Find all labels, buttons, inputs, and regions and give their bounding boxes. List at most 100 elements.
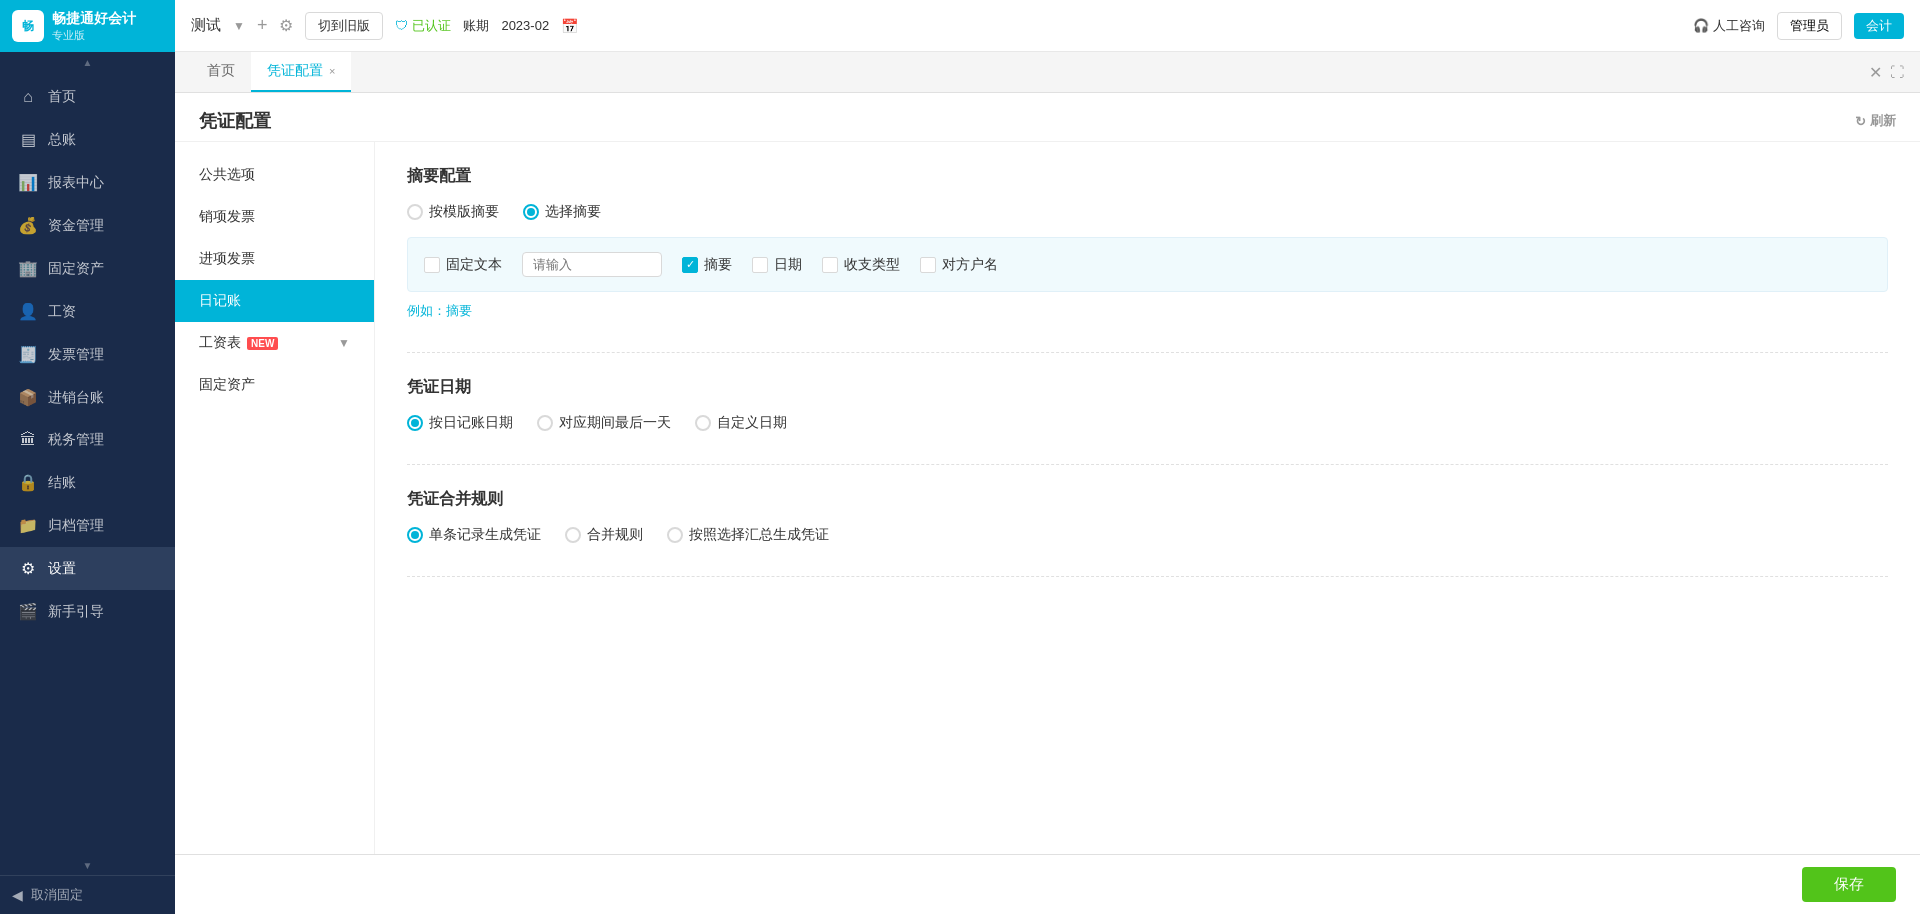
merge-title: 凭证合并规则 bbox=[407, 489, 1888, 510]
radio-select[interactable]: 选择摘要 bbox=[523, 203, 601, 221]
sidebar-item-label: 总账 bbox=[48, 131, 76, 149]
sidebar-item-label: 进销台账 bbox=[48, 389, 104, 407]
sidebar-item-archive[interactable]: 📁 归档管理 bbox=[0, 504, 175, 547]
date-title: 凭证日期 bbox=[407, 377, 1888, 398]
payroll-arrow-icon: ▼ bbox=[338, 336, 350, 350]
summary-checkbox-group: 固定文本 摘要 日期 收支类型 bbox=[407, 237, 1888, 292]
radio-merge-rule[interactable]: 合并规则 bbox=[565, 526, 643, 544]
radio-template-label: 按模版摘要 bbox=[429, 203, 499, 221]
wages-icon: 👤 bbox=[18, 302, 38, 321]
topbar-old-version-btn[interactable]: 切到旧版 bbox=[305, 12, 383, 40]
new-badge: NEW bbox=[247, 337, 278, 350]
left-menu-payroll[interactable]: 工资表 NEW ▼ bbox=[175, 322, 374, 364]
sidebar-item-assets[interactable]: 🏢 固定资产 bbox=[0, 247, 175, 290]
radio-merge-rule-circle bbox=[565, 527, 581, 543]
sidebar-scroll-up[interactable]: ▲ bbox=[0, 52, 175, 72]
checkbox-pay-type[interactable]: 收支类型 bbox=[822, 256, 900, 274]
assets-icon: 🏢 bbox=[18, 259, 38, 278]
sidebar-item-label: 结账 bbox=[48, 474, 76, 492]
radio-custom-date[interactable]: 自定义日期 bbox=[695, 414, 787, 432]
tab-close-icon[interactable]: × bbox=[329, 65, 335, 77]
checkbox-abstract-box bbox=[682, 257, 698, 273]
save-button[interactable]: 保存 bbox=[1802, 867, 1896, 902]
radio-select-label: 选择摘要 bbox=[545, 203, 601, 221]
fixed-text-input[interactable] bbox=[522, 252, 662, 277]
radio-period-last[interactable]: 对应期间最后一天 bbox=[537, 414, 671, 432]
sidebar-scroll-down[interactable]: ▼ bbox=[0, 855, 175, 875]
left-menu-sales-invoice[interactable]: 销项发票 bbox=[175, 196, 374, 238]
sidebar-item-invoices[interactable]: 🧾 发票管理 bbox=[0, 333, 175, 376]
topbar-gear-icon[interactable]: ⚙ bbox=[279, 16, 293, 35]
sidebar-item-label: 资金管理 bbox=[48, 217, 104, 235]
sidebar-item-wages[interactable]: 👤 工资 bbox=[0, 290, 175, 333]
sidebar-item-settings[interactable]: ⚙ 设置 bbox=[0, 547, 175, 590]
sidebar-item-label: 首页 bbox=[48, 88, 76, 106]
radio-single-label: 单条记录生成凭证 bbox=[429, 526, 541, 544]
sidebar-item-label: 设置 bbox=[48, 560, 76, 578]
pin-icon: ◀ bbox=[12, 887, 23, 903]
logo-icon: 畅 bbox=[12, 10, 44, 42]
radio-journal-date-circle bbox=[407, 415, 423, 431]
settings-icon: ⚙ bbox=[18, 559, 38, 578]
guide-icon: 🎬 bbox=[18, 602, 38, 621]
sidebar-logo: 畅 畅捷通好会计 专业版 bbox=[0, 0, 175, 52]
radio-journal-date-label: 按日记账日期 bbox=[429, 414, 513, 432]
checkbox-fixed-text[interactable]: 固定文本 bbox=[424, 256, 502, 274]
left-menu-journal[interactable]: 日记账 bbox=[175, 280, 374, 322]
sidebar-item-home[interactable]: ⌂ 首页 bbox=[0, 76, 175, 118]
checkbox-abstract[interactable]: 摘要 bbox=[682, 256, 732, 274]
sidebar-item-tax[interactable]: 🏛 税务管理 bbox=[0, 419, 175, 461]
reports-icon: 📊 bbox=[18, 173, 38, 192]
close-period-icon: 🔒 bbox=[18, 473, 38, 492]
sidebar-item-label: 报表中心 bbox=[48, 174, 104, 192]
radio-select-merge[interactable]: 按照选择汇总生成凭证 bbox=[667, 526, 829, 544]
invoices-icon: 🧾 bbox=[18, 345, 38, 364]
sidebar: 畅 畅捷通好会计 专业版 ▲ ⌂ 首页 ▤ 总账 📊 报表中心 💰 资金管理 🏢… bbox=[0, 0, 175, 914]
section-date: 凭证日期 按日记账日期 对应期间最后一天 自定义日期 bbox=[407, 377, 1888, 432]
sales-icon: 📦 bbox=[18, 388, 38, 407]
divider-2 bbox=[407, 464, 1888, 465]
radio-single[interactable]: 单条记录生成凭证 bbox=[407, 526, 541, 544]
main-area: 测试 ▼ + ⚙ 切到旧版 🛡 已认证 账期 2023-02 📅 🎧 人工咨询 … bbox=[175, 0, 1920, 914]
radio-select-merge-circle bbox=[667, 527, 683, 543]
date-radio-group: 按日记账日期 对应期间最后一天 自定义日期 bbox=[407, 414, 1888, 432]
sidebar-item-label: 固定资产 bbox=[48, 260, 104, 278]
tab-home[interactable]: 首页 bbox=[191, 52, 251, 92]
bottom-bar: 保存 bbox=[175, 854, 1920, 914]
page-header: 凭证配置 ↻ 刷新 bbox=[175, 93, 1920, 142]
topbar-dropdown-arrow[interactable]: ▼ bbox=[233, 19, 245, 33]
left-menu-purchase-invoice[interactable]: 进项发票 bbox=[175, 238, 374, 280]
tab-voucher-config[interactable]: 凭证配置 × bbox=[251, 52, 351, 92]
radio-custom-date-label: 自定义日期 bbox=[717, 414, 787, 432]
left-menu-fixed-assets[interactable]: 固定资产 bbox=[175, 364, 374, 406]
topbar-role-btn[interactable]: 会计 bbox=[1854, 13, 1904, 39]
radio-single-circle bbox=[407, 527, 423, 543]
checkbox-date[interactable]: 日期 bbox=[752, 256, 802, 274]
checkbox-fixed-text-label: 固定文本 bbox=[446, 256, 502, 274]
summary-radio-group: 按模版摘要 选择摘要 bbox=[407, 203, 1888, 221]
sidebar-item-sales[interactable]: 📦 进销台账 bbox=[0, 376, 175, 419]
radio-template[interactable]: 按模版摘要 bbox=[407, 203, 499, 221]
left-menu-public[interactable]: 公共选项 bbox=[175, 154, 374, 196]
sidebar-item-funds[interactable]: 💰 资金管理 bbox=[0, 204, 175, 247]
tab-fullscreen-btn[interactable]: ⛶ bbox=[1890, 64, 1904, 80]
radio-journal-date[interactable]: 按日记账日期 bbox=[407, 414, 513, 432]
home-icon: ⌂ bbox=[18, 88, 38, 106]
sidebar-cancel-fixed[interactable]: ◀ 取消固定 bbox=[0, 875, 175, 914]
radio-period-last-label: 对应期间最后一天 bbox=[559, 414, 671, 432]
checkbox-counterparty-box bbox=[920, 257, 936, 273]
checkbox-counterparty[interactable]: 对方户名 bbox=[920, 256, 998, 274]
calendar-icon[interactable]: 📅 bbox=[561, 18, 578, 34]
topbar-user-btn[interactable]: 管理员 bbox=[1777, 12, 1842, 40]
checkbox-date-box bbox=[752, 257, 768, 273]
checkbox-date-label: 日期 bbox=[774, 256, 802, 274]
topbar-add-btn[interactable]: + bbox=[257, 15, 268, 36]
refresh-btn[interactable]: ↻ 刷新 bbox=[1855, 112, 1896, 130]
topbar-service-btn[interactable]: 🎧 人工咨询 bbox=[1693, 17, 1765, 35]
checkbox-pay-type-box bbox=[822, 257, 838, 273]
sidebar-item-ledger[interactable]: ▤ 总账 bbox=[0, 118, 175, 161]
sidebar-item-close[interactable]: 🔒 结账 bbox=[0, 461, 175, 504]
sidebar-item-reports[interactable]: 📊 报表中心 bbox=[0, 161, 175, 204]
tab-close-btn[interactable]: ✕ bbox=[1869, 63, 1882, 82]
sidebar-item-guide[interactable]: 🎬 新手引导 bbox=[0, 590, 175, 633]
